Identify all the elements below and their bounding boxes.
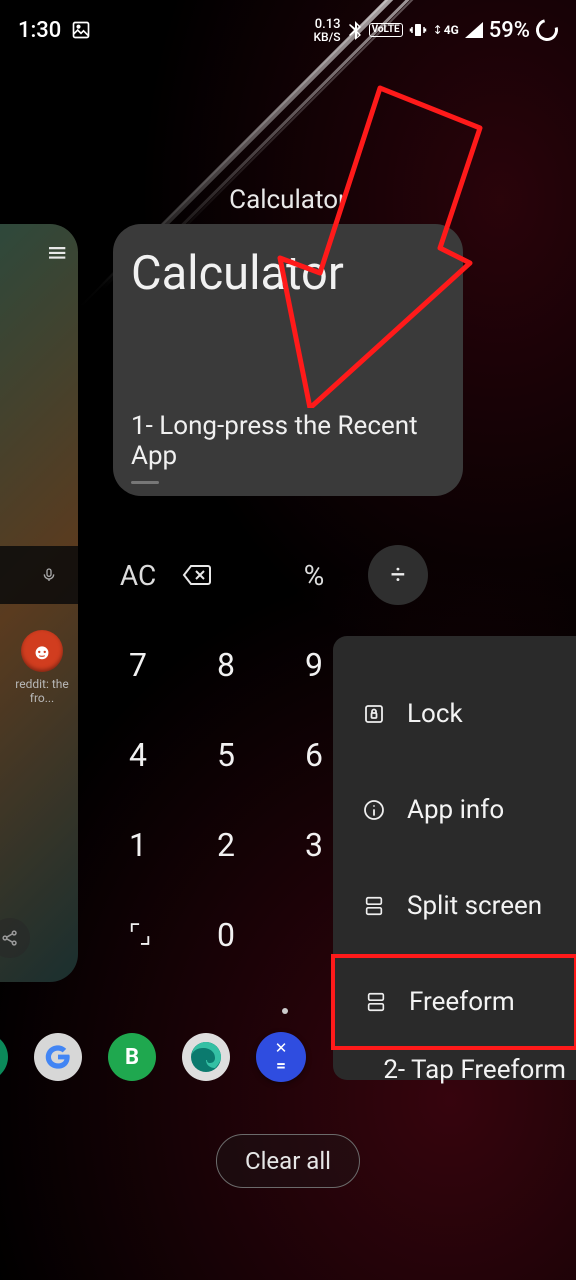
volte-badge: VoLTE <box>369 23 403 37</box>
battery-pct: 59% <box>489 18 530 43</box>
image-icon <box>71 20 91 40</box>
share-button <box>0 918 30 958</box>
network-gen: ↕ 4G <box>433 23 459 37</box>
key-divide[interactable]: ÷ <box>368 545 428 605</box>
equals-icon: = <box>276 1056 286 1076</box>
context-menu: Lock App info Split screen Freeform <box>333 636 576 1080</box>
battery-ring-icon <box>532 15 562 45</box>
data-speed: 0.13 KB/S <box>313 18 340 43</box>
key-percent[interactable]: % <box>270 559 358 592</box>
status-bar: 1:30 0.13 KB/S VoLTE ↕ 4G <box>0 0 576 60</box>
menu-appinfo-label: App info <box>407 795 504 825</box>
times-icon: ✕ <box>275 1039 288 1057</box>
search-bar <box>0 546 78 604</box>
key-1[interactable]: 1 <box>94 826 182 864</box>
app-title: Calculator <box>131 246 445 301</box>
mic-icon <box>41 566 57 584</box>
dock-app-1[interactable] <box>0 1033 8 1081</box>
split-screen-icon <box>361 893 387 919</box>
freeform-icon <box>363 989 389 1015</box>
key-5[interactable]: 5 <box>182 736 270 774</box>
recents-card-overlay[interactable]: Calculator 1- Long-press the Recent App <box>113 224 463 496</box>
recents-app-label: Calculator <box>0 185 576 215</box>
key-2[interactable]: 2 <box>182 826 270 864</box>
bluetooth-icon <box>347 20 363 40</box>
drag-handle <box>131 481 159 484</box>
recents-dock: B ✕ = <box>0 1032 306 1082</box>
signal-icon <box>465 22 483 38</box>
menu-freeform-label: Freeform <box>409 987 515 1017</box>
annotation-step1: 1- Long-press the Recent App <box>131 411 445 471</box>
dock-app-edge[interactable] <box>182 1033 230 1081</box>
key-7[interactable]: 7 <box>94 646 182 684</box>
lock-icon <box>361 701 387 727</box>
reddit-icon <box>21 630 63 672</box>
clear-all-button[interactable]: Clear all <box>216 1134 360 1188</box>
reddit-app-shortcut: reddit: the fro... <box>6 630 78 705</box>
reddit-label: reddit: the fro... <box>6 677 78 705</box>
info-icon <box>361 797 387 823</box>
menu-splitscreen[interactable]: Split screen <box>333 858 576 954</box>
menu-lock[interactable]: Lock <box>333 666 576 762</box>
hamburger-icon: ≡ <box>46 238 68 268</box>
menu-appinfo[interactable]: App info <box>333 762 576 858</box>
status-time: 1:30 <box>18 18 61 43</box>
menu-lock-label: Lock <box>407 699 463 729</box>
recents-card-left[interactable]: ≡ reddit: the fro... <box>0 224 78 982</box>
key-8[interactable]: 8 <box>182 646 270 684</box>
page-indicator <box>282 1008 288 1014</box>
key-backspace[interactable] <box>182 563 270 587</box>
key-ac[interactable]: AC <box>94 559 182 592</box>
vibrate-icon <box>409 21 427 39</box>
dock-app-calculator[interactable]: ✕ = <box>256 1032 306 1082</box>
dock-app-whatsapp-b[interactable]: B <box>108 1033 156 1081</box>
menu-splitscreen-label: Split screen <box>407 891 542 921</box>
key-4[interactable]: 4 <box>94 736 182 774</box>
menu-freeform[interactable]: Freeform <box>331 954 576 1050</box>
annotation-step2: 2- Tap Freeform <box>383 1055 566 1085</box>
key-0[interactable]: 0 <box>182 916 270 954</box>
key-expand[interactable]: ⌜ ⌟ <box>94 920 182 950</box>
dock-app-gpay[interactable] <box>34 1033 82 1081</box>
